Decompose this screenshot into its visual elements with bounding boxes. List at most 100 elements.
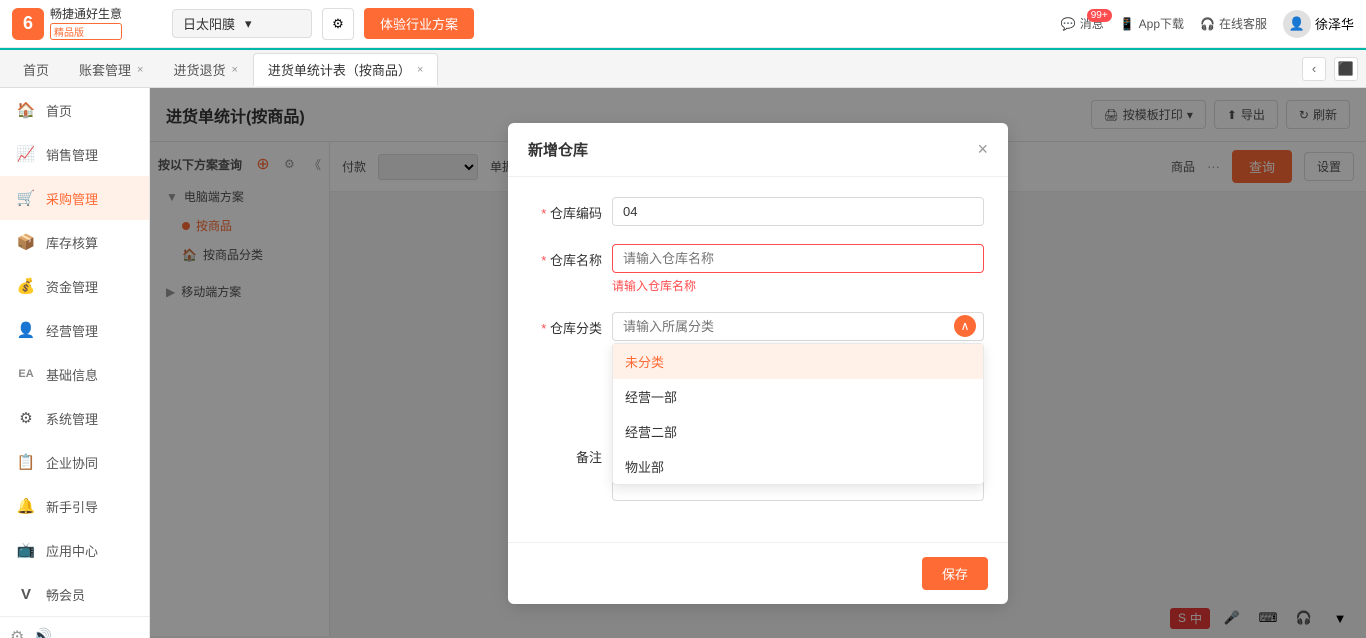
store-dropdown-icon: ▾ [245,16,301,32]
sidebar-label-basic-info: 基础信息 [46,365,98,384]
headset-icon: 🎧 [1200,17,1215,31]
tab-bar: 首页 账套管理 × 进货退货 × 进货单统计表（按商品） × ‹ ⬛ [0,50,1366,88]
code-field [612,197,984,226]
name-field: 请输入仓库名称 [612,244,984,294]
top-header: 6 畅捷通好生意 精品版 日太阳膜 ▾ ⚙ 体验行业方案 💬 消息 99+ 📱 … [0,0,1366,48]
store-selector[interactable]: 日太阳膜 ▾ [172,9,312,38]
user-info[interactable]: 👤 徐泽华 [1283,10,1354,38]
returns-tab-close[interactable]: × [231,64,237,76]
stats-tab-close[interactable]: × [417,64,423,76]
avatar: 👤 [1283,10,1311,38]
dropdown-item-dept1[interactable]: 经营一部 [613,379,983,414]
sidebar-item-system[interactable]: ⚙ 系统管理 [0,396,149,440]
trial-button[interactable]: 体验行业方案 [364,8,474,39]
logo-area: 6 畅捷通好生意 精品版 [12,7,162,40]
sidebar-volume-icon[interactable]: 🔊 [32,627,52,638]
code-label: * 仓库编码 [532,197,612,222]
form-row-name: * 仓库名称 请输入仓库名称 [532,244,984,294]
modal-body: * 仓库编码 * 仓库名称 [508,177,1008,542]
app-download-btn[interactable]: 📱 App下载 [1120,15,1184,32]
accounts-tab-close[interactable]: × [137,64,143,76]
tab-stats[interactable]: 进货单统计表（按商品） × [253,53,438,86]
app-download-label: App下载 [1139,15,1184,32]
sidebar-label-finance: 资金管理 [46,277,98,296]
sidebar-item-basic-info[interactable]: EA 基础信息 [0,352,149,396]
sidebar-item-vip[interactable]: V 畅会员 [0,572,149,616]
gear-icon: ⚙ [332,16,344,32]
online-service-btn[interactable]: 🎧 在线客服 [1200,15,1267,32]
sidebar-item-newbie[interactable]: 🔔 新手引导 [0,484,149,528]
sidebar-label-vip: 畅会员 [46,585,85,604]
tab-bar-controls: ‹ ⬛ [1302,57,1358,81]
tab-home[interactable]: 首页 [8,53,64,86]
tab-prev-btn[interactable]: ‹ [1302,57,1326,81]
basic-info-icon: EA [16,364,36,384]
sidebar-item-home[interactable]: 🏠 首页 [0,88,149,132]
sidebar-item-operations[interactable]: 👤 经营管理 [0,308,149,352]
newbie-icon: 🔔 [16,496,36,516]
category-dropdown: 未分类 经营一部 经营二部 物业部 [612,343,984,485]
code-input[interactable] [612,197,984,226]
logo-badge: 精品版 [50,23,122,40]
phone-icon: 📱 [1120,17,1135,31]
sidebar-label-operations: 经营管理 [46,321,98,340]
modal-header: 新增仓库 × [508,123,1008,177]
sidebar-item-sales[interactable]: 📈 销售管理 [0,132,149,176]
message-badge: 99+ [1087,9,1112,22]
sidebar-item-apps[interactable]: 📺 应用中心 [0,528,149,572]
category-toggle-btn[interactable]: ∧ [954,315,976,337]
purchase-icon: 🛒 [16,188,36,208]
sidebar-label-purchase: 采购管理 [46,189,98,208]
system-icon: ⚙ [16,408,36,428]
category-label: * 仓库分类 [532,312,612,337]
vip-icon: V [16,584,36,604]
logo-text: 畅捷通好生意 [50,7,122,23]
username: 徐泽华 [1315,14,1354,33]
category-input[interactable] [612,312,984,341]
logo-icon: 6 [12,8,44,40]
apps-icon: 📺 [16,540,36,560]
sidebar-label-apps: 应用中心 [46,541,98,560]
finance-icon: 💰 [16,276,36,296]
note-label: 备注 [532,441,612,466]
modal-close-btn[interactable]: × [977,139,988,160]
required-star: * [541,206,546,221]
sidebar-label-newbie: 新手引导 [46,497,98,516]
inventory-icon: 📦 [16,232,36,252]
sidebar-item-collab[interactable]: 📋 企业协同 [0,440,149,484]
settings-icon-btn[interactable]: ⚙ [322,8,354,40]
modal-footer: 保存 [508,542,1008,604]
dropdown-item-uncategorized[interactable]: 未分类 [613,344,983,379]
tab-next-btn[interactable]: ⬛ [1334,57,1358,81]
dropdown-item-dept2[interactable]: 经营二部 [613,414,983,449]
collab-icon: 📋 [16,452,36,472]
accounts-tab-label: 账套管理 [79,60,131,79]
tab-returns[interactable]: 进货退货 × [158,53,252,86]
sidebar-settings-icon[interactable]: ⚙ [10,627,24,638]
online-service-label: 在线客服 [1219,15,1267,32]
sidebar-item-finance[interactable]: 💰 资金管理 [0,264,149,308]
home-icon: 🏠 [16,100,36,120]
sidebar-item-purchase[interactable]: 🛒 采购管理 [0,176,149,220]
sidebar-label-collab: 企业协同 [46,453,98,472]
category-field: ∧ 未分类 经营一部 经营二部 物业部 [612,312,984,341]
sales-icon: 📈 [16,144,36,164]
sidebar-item-inventory[interactable]: 📦 库存核算 [0,220,149,264]
avatar-icon: 👤 [1289,16,1305,32]
stats-tab-label: 进货单统计表（按商品） [268,60,411,79]
sidebar-label-system: 系统管理 [46,409,98,428]
name-required-star: * [541,253,546,268]
operations-icon: 👤 [16,320,36,340]
name-error-msg: 请输入仓库名称 [612,277,984,294]
tab-accounts[interactable]: 账套管理 × [64,53,158,86]
name-input[interactable] [612,244,984,273]
returns-tab-label: 进货退货 [173,60,225,79]
sidebar-label-sales: 销售管理 [46,145,98,164]
modal-save-btn[interactable]: 保存 [922,557,988,590]
dropdown-item-property[interactable]: 物业部 [613,449,983,484]
main-layout: 🏠 首页 📈 销售管理 🛒 采购管理 📦 库存核算 💰 资金管理 👤 经营管理 … [0,88,1366,638]
message-btn[interactable]: 💬 消息 99+ [1061,15,1104,32]
sidebar: 🏠 首页 📈 销售管理 🛒 采购管理 📦 库存核算 💰 资金管理 👤 经营管理 … [0,88,150,638]
message-icon: 💬 [1061,17,1076,31]
header-right: 💬 消息 99+ 📱 App下载 🎧 在线客服 👤 徐泽华 [1061,10,1354,38]
